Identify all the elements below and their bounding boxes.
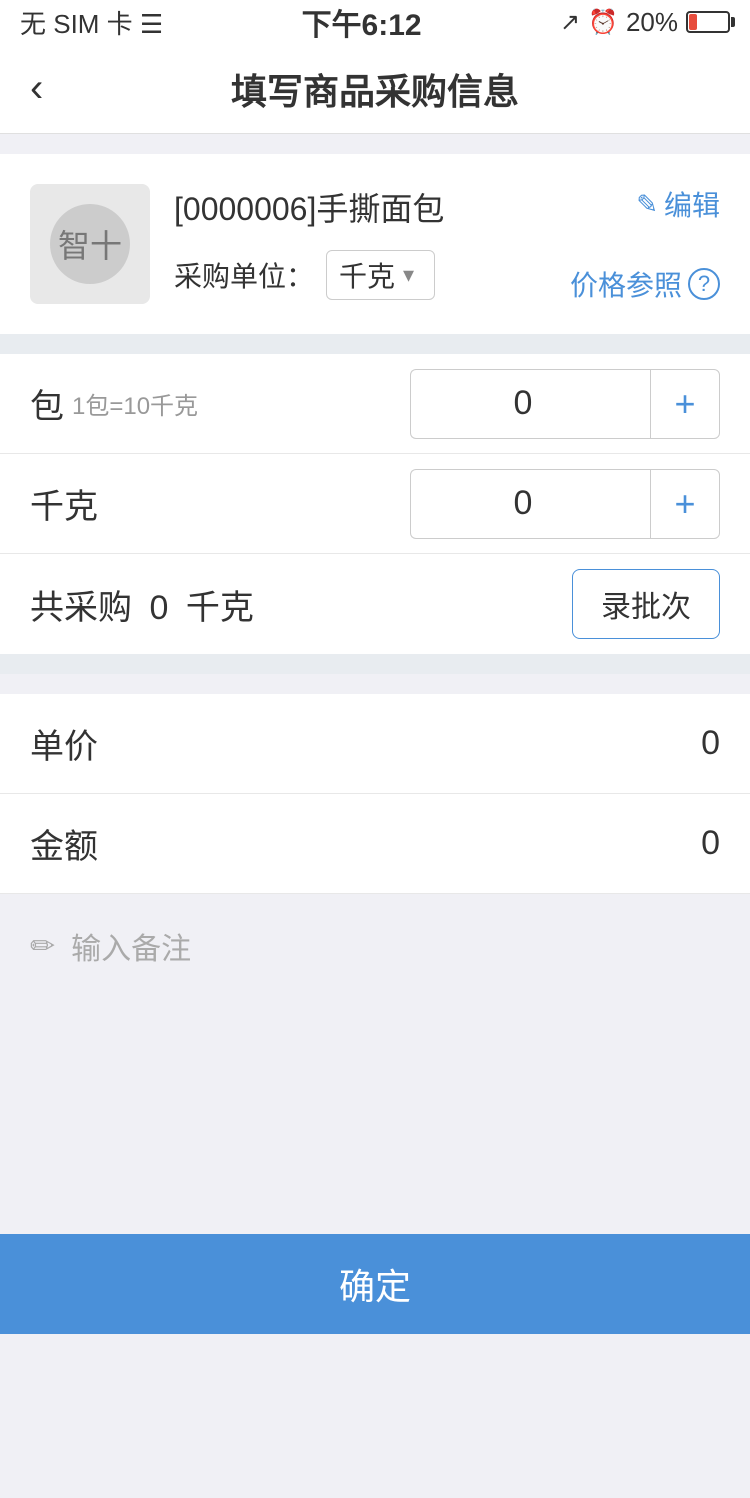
section-divider-1 — [0, 334, 750, 354]
status-time: 下午6:12 — [302, 0, 422, 44]
bag-plus-button[interactable]: + — [650, 369, 720, 439]
chevron-down-icon: ▾ — [403, 262, 414, 288]
input-section: 包 1包=10千克 + 千克 + — [0, 354, 750, 554]
help-icon: ? — [688, 268, 720, 300]
main-content-area — [0, 998, 750, 1398]
unit-label: 采购单位： — [174, 255, 314, 295]
bag-label: 包 — [30, 379, 64, 428]
back-button[interactable]: ‹ — [30, 66, 43, 111]
edit-icon: ✎ — [636, 189, 658, 220]
record-batch-button[interactable]: 录批次 — [572, 569, 720, 639]
total-unit: 千克 — [186, 589, 254, 627]
notes-placeholder: 输入备注 — [71, 924, 191, 968]
kg-input-right: + — [410, 469, 720, 539]
alarm-icon: ⏰ — [588, 8, 618, 37]
kg-label: 千克 — [30, 479, 98, 528]
price-ref-button[interactable]: 价格参照 ? — [570, 264, 720, 304]
status-right: ↗ ⏰ 20% — [560, 7, 730, 38]
section-divider-2 — [0, 654, 750, 674]
notes-section[interactable]: ✏ 输入备注 — [0, 894, 750, 998]
bottom-spacer — [0, 1398, 750, 1498]
kg-input-row: 千克 + — [0, 454, 750, 554]
price-ref-label: 价格参照 — [570, 264, 682, 304]
unit-price-row: 单价 0 — [0, 694, 750, 794]
total-label-text: 共采购 — [30, 589, 132, 627]
confirm-button[interactable]: 确定 — [0, 1234, 750, 1334]
kg-quantity-input[interactable] — [410, 469, 650, 539]
unit-select[interactable]: 千克 ▾ — [326, 250, 435, 300]
page-title: 填写商品采购信息 — [231, 63, 519, 115]
pencil-icon: ✏ — [30, 929, 55, 964]
product-card: 智十 [0000006]手撕面包 采购单位： 千克 ▾ ✎ 编辑 价格参照 ? — [0, 154, 750, 334]
kg-plus-button[interactable]: + — [650, 469, 720, 539]
bag-quantity-input[interactable] — [410, 369, 650, 439]
amount-label: 金额 — [30, 819, 98, 868]
bag-input-row: 包 1包=10千克 + — [0, 354, 750, 454]
total-label: 共采购 0 千克 — [30, 580, 254, 629]
location-icon: ↗ — [560, 8, 580, 37]
bag-sub-label: 1包=10千克 — [72, 386, 198, 421]
amount-row: 金额 0 — [0, 794, 750, 894]
product-logo: 智十 — [50, 204, 130, 284]
price-section: 单价 0 金额 0 — [0, 694, 750, 894]
edit-label: 编辑 — [664, 184, 720, 224]
unit-price-label: 单价 — [30, 719, 98, 768]
product-image: 智十 — [30, 184, 150, 304]
sim-label: 无 SIM 卡 ☰ — [20, 4, 163, 41]
nav-bar: ‹ 填写商品采购信息 — [0, 44, 750, 134]
bag-input-right: + — [410, 369, 720, 439]
battery-percent: 20% — [626, 7, 678, 38]
amount-value: 0 — [701, 824, 720, 863]
total-value: 0 — [149, 589, 168, 627]
status-bar: 无 SIM 卡 ☰ 下午6:12 ↗ ⏰ 20% — [0, 0, 750, 44]
battery-icon — [686, 11, 730, 33]
status-left: 无 SIM 卡 ☰ — [20, 4, 163, 41]
unit-value: 千克 — [339, 255, 395, 295]
total-row: 共采购 0 千克 录批次 — [0, 554, 750, 654]
edit-button[interactable]: ✎ 编辑 — [636, 184, 720, 224]
unit-price-value: 0 — [701, 724, 720, 763]
